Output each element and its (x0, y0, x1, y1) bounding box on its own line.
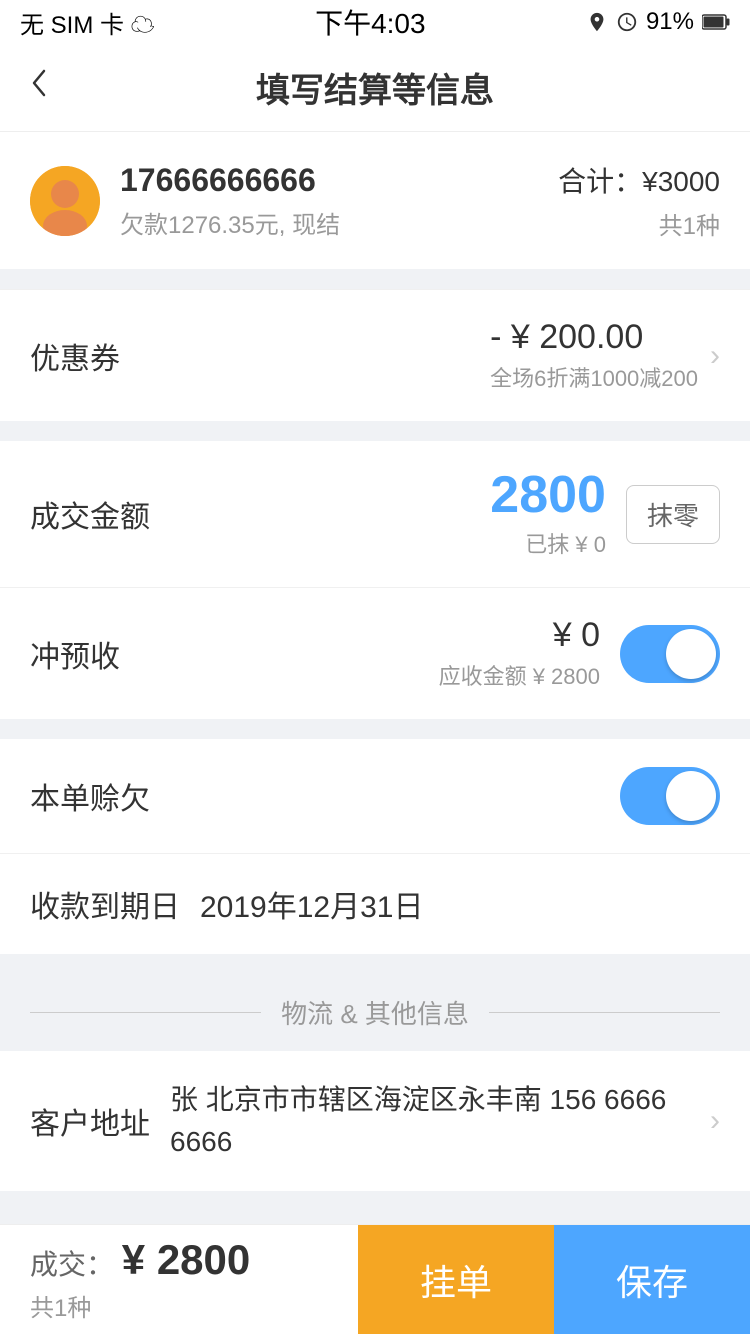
customer-total: 合计：¥3000 共1种 (558, 160, 720, 241)
customer-debt: 欠款1276.35元, 现结 (120, 205, 340, 240)
coupon-row[interactable]: 优惠券 - ¥ 200.00 全场6折满1000减200 › (0, 289, 750, 421)
arrears-row: 本单赊欠 (0, 739, 750, 853)
location-icon (586, 11, 608, 33)
total-amount: 合计：¥3000 (558, 160, 720, 200)
page-title: 填写结算等信息 (256, 63, 494, 112)
footer-info: 成交： ¥ 2800 共1种 (0, 1236, 358, 1323)
prepay-amount-value: ¥ 0 (439, 616, 600, 655)
item-count: 共1种 (558, 206, 720, 241)
logistics-header: 物流 & 其他信息 (0, 974, 750, 1051)
back-button[interactable] (28, 63, 52, 112)
prepay-sub: 应收金额 ¥ 2800 (439, 659, 600, 691)
section-divider-2 (0, 719, 750, 739)
chevron-right-icon: › (710, 339, 720, 373)
logistics-line-right (489, 1012, 720, 1013)
due-date-row: 收款到期日 2019年12月31日 (0, 853, 750, 954)
customer-left: 17666666666 欠款1276.35元, 现结 (30, 162, 340, 240)
hang-order-button[interactable]: 挂单 (358, 1225, 554, 1334)
due-date-label: 收款到期日 (30, 882, 180, 926)
content-area: 17666666666 欠款1276.35元, 现结 合计：¥3000 共1种 … (0, 132, 750, 1311)
address-value: 张 北京市市辖区海淀区永丰南 156 6666 6666 (170, 1079, 710, 1163)
footer: 成交： ¥ 2800 共1种 挂单 保存 (0, 1224, 750, 1334)
prepay-row: 冲预收 ¥ 0 应收金额 ¥ 2800 (0, 588, 750, 719)
deal-amount-block: 2800 已抹 ¥ 0 (490, 469, 606, 559)
page-header: 填写结算等信息 (0, 44, 750, 132)
due-date-value: 2019年12月31日 (200, 882, 423, 926)
arrears-label: 本单赊欠 (30, 774, 150, 818)
customer-info: 17666666666 欠款1276.35元, 现结 (120, 162, 340, 240)
logistics-line-left (30, 1012, 261, 1013)
footer-deal-line: 成交： ¥ 2800 (30, 1236, 328, 1284)
logistics-title: 物流 & 其他信息 (281, 994, 469, 1031)
customer-card: 17666666666 欠款1276.35元, 现结 合计：¥3000 共1种 (0, 132, 750, 269)
prepay-right: ¥ 0 应收金额 ¥ 2800 (439, 616, 720, 691)
round-off-button[interactable]: 抹零 (626, 485, 720, 544)
deal-amount-right: 2800 已抹 ¥ 0 抹零 (490, 469, 720, 559)
coupon-amount: - ¥ 200.00 (490, 318, 698, 357)
prepay-toggle[interactable] (620, 625, 720, 683)
deal-amount-row: 成交金额 2800 已抹 ¥ 0 抹零 (0, 441, 750, 588)
prepay-amount-block: ¥ 0 应收金额 ¥ 2800 (439, 616, 600, 691)
status-time: 下午4:03 (315, 2, 426, 42)
deal-amount-label: 成交金额 (30, 492, 150, 536)
battery-icon (702, 13, 730, 31)
address-chevron-icon: › (710, 1104, 720, 1138)
status-right: 91% (586, 8, 730, 36)
footer-deal-label: 成交： (30, 1249, 114, 1280)
deal-amount-value: 2800 (490, 469, 606, 521)
save-button[interactable]: 保存 (554, 1225, 750, 1334)
address-row[interactable]: 客户地址 张 北京市市辖区海淀区永丰南 156 6666 6666 › (0, 1051, 750, 1191)
arrears-toggle[interactable] (620, 767, 720, 825)
coupon-info: - ¥ 200.00 全场6折满1000减200 (490, 318, 698, 393)
coupon-desc: 全场6折满1000减200 (490, 361, 698, 393)
deal-amount-sub: 已抹 ¥ 0 (490, 527, 606, 559)
sim-status: 无 SIM 卡 ☁ (20, 5, 155, 40)
footer-count: 共1种 (30, 1288, 328, 1323)
section-divider-3 (0, 954, 750, 974)
status-bar: 无 SIM 卡 ☁ 下午4:03 91% (0, 0, 750, 44)
prepay-label: 冲预收 (30, 632, 120, 676)
customer-phone: 17666666666 (120, 162, 340, 199)
address-label: 客户地址 (30, 1099, 150, 1143)
section-divider-1 (0, 421, 750, 441)
coupon-label: 优惠券 (30, 334, 120, 378)
coupon-right: - ¥ 200.00 全场6折满1000减200 › (490, 318, 720, 393)
battery-percent: 91% (646, 8, 694, 36)
avatar (30, 166, 100, 236)
footer-amount: ¥ 2800 (122, 1236, 250, 1283)
clock-icon (616, 11, 638, 33)
status-left: 无 SIM 卡 ☁ (20, 5, 155, 40)
